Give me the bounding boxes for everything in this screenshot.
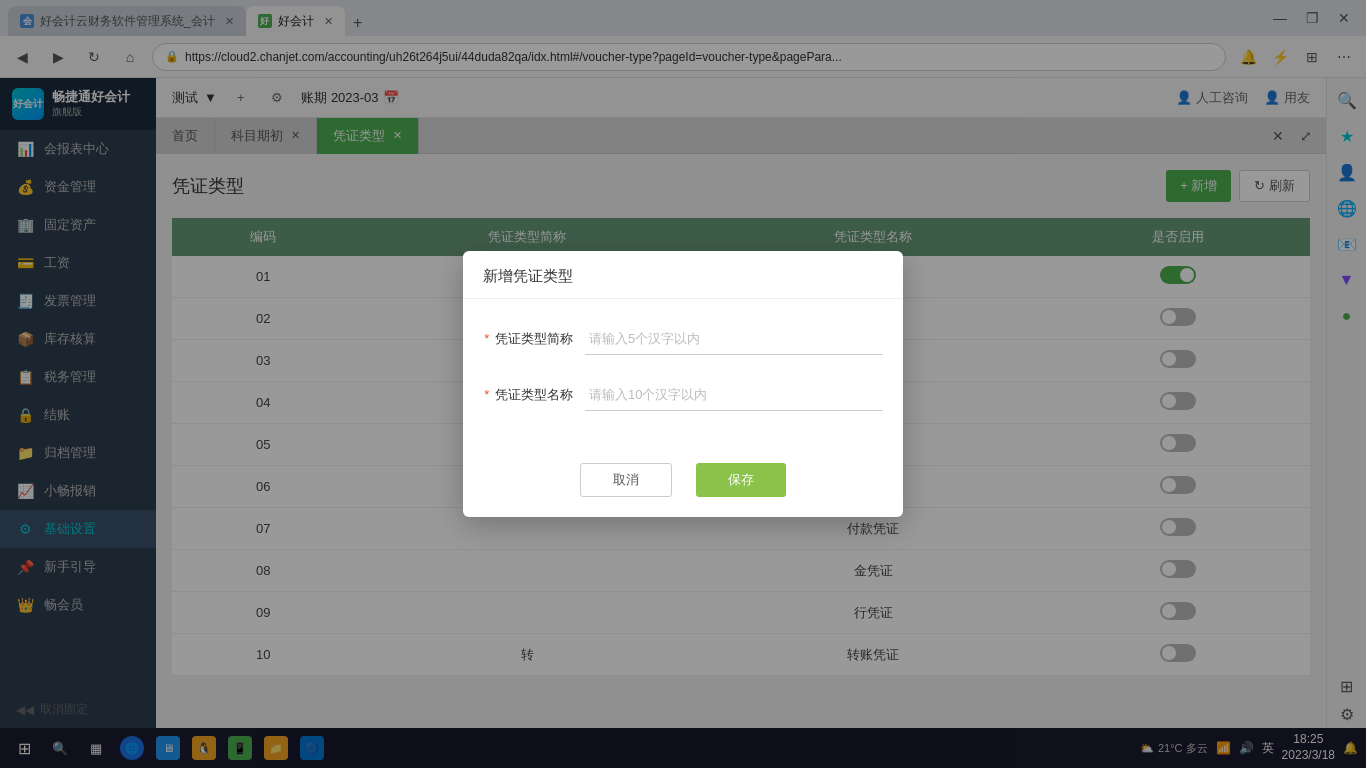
short-input[interactable] — [585, 323, 883, 355]
name-input[interactable] — [585, 379, 883, 411]
short-label-text: 凭证类型简称 — [495, 331, 573, 346]
modal-overlay[interactable]: 新增凭证类型 * 凭证类型简称 * 凭证类型名称 取消 保存 — [0, 0, 1366, 768]
required-indicator: * — [484, 331, 489, 346]
modal-body: * 凭证类型简称 * 凭证类型名称 — [463, 299, 903, 451]
modal-footer: 取消 保存 — [463, 451, 903, 517]
modal-dialog: 新增凭证类型 * 凭证类型简称 * 凭证类型名称 取消 保存 — [463, 251, 903, 517]
required-indicator-2: * — [484, 387, 489, 402]
modal-title: 新增凭证类型 — [483, 267, 573, 284]
modal-header: 新增凭证类型 — [463, 251, 903, 299]
save-button[interactable]: 保存 — [696, 463, 786, 497]
name-label-text: 凭证类型名称 — [495, 387, 573, 402]
cancel-button[interactable]: 取消 — [580, 463, 672, 497]
form-row-short: * 凭证类型简称 — [483, 323, 883, 355]
name-label: * 凭证类型名称 — [483, 386, 573, 404]
form-row-name: * 凭证类型名称 — [483, 379, 883, 411]
short-label: * 凭证类型简称 — [483, 330, 573, 348]
